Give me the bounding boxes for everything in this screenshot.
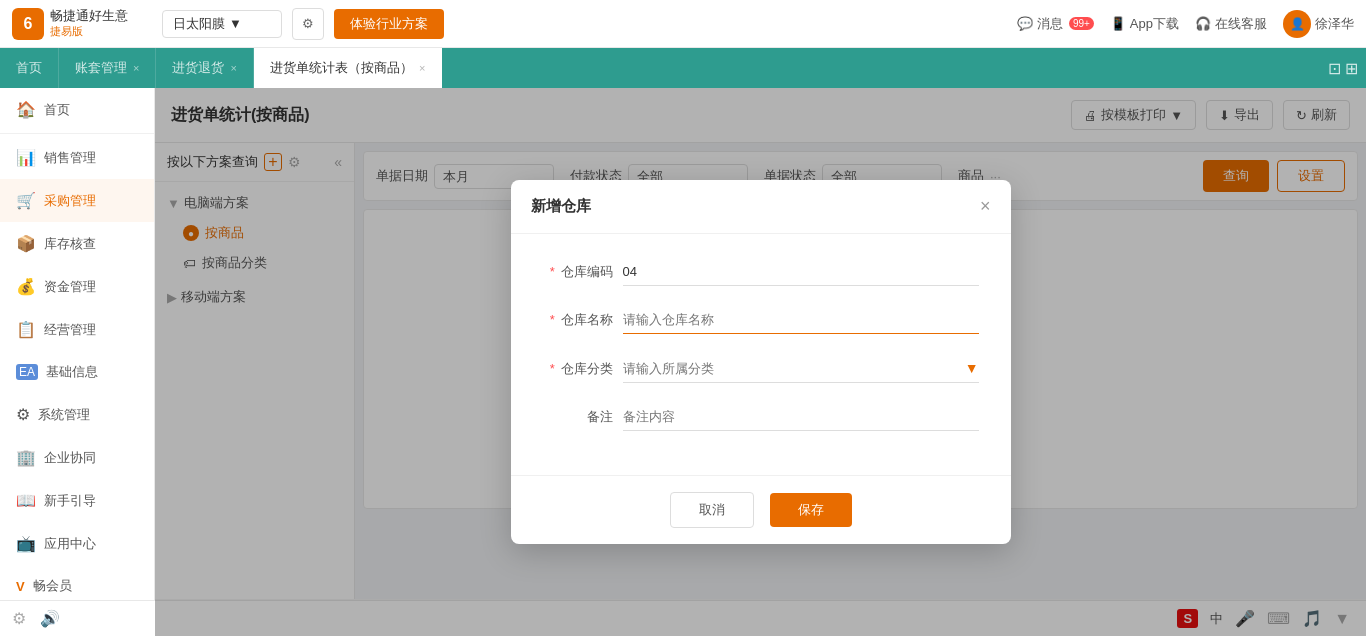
store-selector[interactable]: 日太阳膜 ▼ (162, 10, 282, 38)
logo-text: 畅捷通好生意 捷易版 (50, 8, 128, 40)
content-area: 进货单统计(按商品) 🖨 按模板打印 ▼ ⬇ 导出 ↻ 刷新 (155, 88, 1366, 636)
name-input[interactable] (623, 306, 979, 334)
app-center-icon: 📺 (16, 534, 36, 553)
sidebar-item-app-center[interactable]: 📺 应用中心 (0, 522, 154, 565)
sidebar-item-enterprise[interactable]: 🏢 企业协同 (0, 436, 154, 479)
tab-bar: 首页 账套管理 × 进货退货 × 进货单统计表（按商品） × ⊡ ⊞ (0, 48, 1366, 88)
required-mark: * (550, 361, 555, 376)
sidebar-item-sales[interactable]: 📊 销售管理 (0, 136, 154, 179)
sidebar: 🏠 首页 📊 销售管理 🛒 采购管理 📦 库存核查 💰 资金管理 📋 经营管理 … (0, 88, 155, 636)
sidebar-item-finance[interactable]: 💰 资金管理 (0, 265, 154, 308)
name-label: * 仓库名称 (543, 311, 623, 329)
user-menu[interactable]: 👤 徐泽华 (1283, 10, 1354, 38)
category-select-wrap: ▼ (623, 354, 979, 383)
tab-label: 账套管理 (75, 59, 127, 77)
purchase-icon: 🛒 (16, 191, 36, 210)
tab-controls: ⊡ ⊞ (1320, 48, 1366, 88)
tab-expand-icon[interactable]: ⊞ (1345, 59, 1358, 78)
top-right-area: 💬 消息 99+ 📱 App下载 🎧 在线客服 👤 徐泽华 (1017, 10, 1354, 38)
sidebar-item-guide[interactable]: 📖 新手引导 (0, 479, 154, 522)
sidebar-item-system[interactable]: ⚙ 系统管理 (0, 393, 154, 436)
guide-icon: 📖 (16, 491, 36, 510)
tab-label: 进货单统计表（按商品） (270, 59, 413, 77)
close-icon[interactable]: × (230, 62, 236, 74)
system-icon: ⚙ (16, 405, 30, 424)
avatar: 👤 (1283, 10, 1311, 38)
sidebar-divider (0, 133, 154, 134)
settings-icon[interactable]: ⚙ (292, 8, 324, 40)
dialog-footer: 取消 保存 (511, 475, 1011, 544)
sales-icon: 📊 (16, 148, 36, 167)
code-label: * 仓库编码 (543, 263, 623, 281)
remark-input[interactable] (623, 403, 979, 431)
logo-icon: 6 (12, 8, 44, 40)
basic-info-icon: EA (16, 364, 38, 380)
tab-account[interactable]: 账套管理 × (59, 48, 156, 88)
remark-form-row: 备注 (543, 403, 979, 431)
trial-button[interactable]: 体验行业方案 (334, 9, 444, 39)
app-download-btn[interactable]: 📱 App下载 (1110, 15, 1179, 33)
name-form-row: * 仓库名称 (543, 306, 979, 334)
tab-purchase-stats[interactable]: 进货单统计表（按商品） × (254, 48, 442, 88)
vip-icon: V (16, 579, 25, 594)
code-input[interactable] (623, 258, 979, 286)
top-nav: 6 畅捷通好生意 捷易版 日太阳膜 ▼ ⚙ 体验行业方案 💬 消息 99+ 📱 … (0, 0, 1366, 48)
headset-icon: 🎧 (1195, 16, 1211, 31)
enterprise-icon: 🏢 (16, 448, 36, 467)
home-icon: 🏠 (16, 100, 36, 119)
dialog-header: 新增仓库 × (511, 180, 1011, 234)
save-button[interactable]: 保存 (770, 493, 852, 527)
category-input[interactable] (623, 361, 965, 376)
tab-label: 首页 (16, 59, 42, 77)
new-warehouse-dialog: 新增仓库 × * 仓库编码 * (511, 180, 1011, 544)
remark-label: 备注 (543, 408, 623, 426)
tab-restore-icon[interactable]: ⊡ (1328, 59, 1341, 78)
inventory-icon: 📦 (16, 234, 36, 253)
sidebar-item-operations[interactable]: 📋 经营管理 (0, 308, 154, 351)
chevron-down-icon: ▼ (229, 16, 242, 31)
audio-icon[interactable]: 🔊 (40, 609, 60, 628)
sidebar-item-home[interactable]: 🏠 首页 (0, 88, 154, 131)
sidebar-item-basic-info[interactable]: EA 基础信息 (0, 351, 154, 393)
main-layout: 🏠 首页 📊 销售管理 🛒 采购管理 📦 库存核查 💰 资金管理 📋 经营管理 … (0, 88, 1366, 636)
category-form-row: * 仓库分类 ▼ (543, 354, 979, 383)
close-icon[interactable]: × (133, 62, 139, 74)
operations-icon: 📋 (16, 320, 36, 339)
settings-bottom-icon[interactable]: ⚙ (12, 609, 26, 628)
dropdown-arrow-icon[interactable]: ▼ (965, 360, 979, 376)
messages-btn[interactable]: 💬 消息 99+ (1017, 15, 1094, 33)
sidebar-item-inventory[interactable]: 📦 库存核查 (0, 222, 154, 265)
online-service-btn[interactable]: 🎧 在线客服 (1195, 15, 1267, 33)
notification-badge: 99+ (1069, 17, 1094, 30)
modal-overlay: 新增仓库 × * 仓库编码 * (155, 88, 1366, 636)
message-icon: 💬 (1017, 16, 1033, 31)
dialog-close-button[interactable]: × (980, 196, 991, 217)
store-name: 日太阳膜 (173, 15, 225, 33)
category-label: * 仓库分类 (543, 360, 623, 378)
sidebar-bottom: ⚙ 🔊 (0, 600, 155, 636)
close-icon[interactable]: × (419, 62, 425, 74)
tab-home[interactable]: 首页 (0, 48, 59, 88)
logo-area: 6 畅捷通好生意 捷易版 (12, 8, 152, 40)
required-mark: * (550, 312, 555, 327)
dialog-title: 新增仓库 (531, 197, 591, 216)
tab-label: 进货退货 (172, 59, 224, 77)
dialog-body: * 仓库编码 * 仓库名称 (511, 234, 1011, 475)
code-form-row: * 仓库编码 (543, 258, 979, 286)
sidebar-item-purchase[interactable]: 🛒 采购管理 (0, 179, 154, 222)
cancel-button[interactable]: 取消 (670, 492, 754, 528)
required-mark: * (550, 264, 555, 279)
tab-purchase-return[interactable]: 进货退货 × (156, 48, 253, 88)
finance-icon: 💰 (16, 277, 36, 296)
phone-icon: 📱 (1110, 16, 1126, 31)
